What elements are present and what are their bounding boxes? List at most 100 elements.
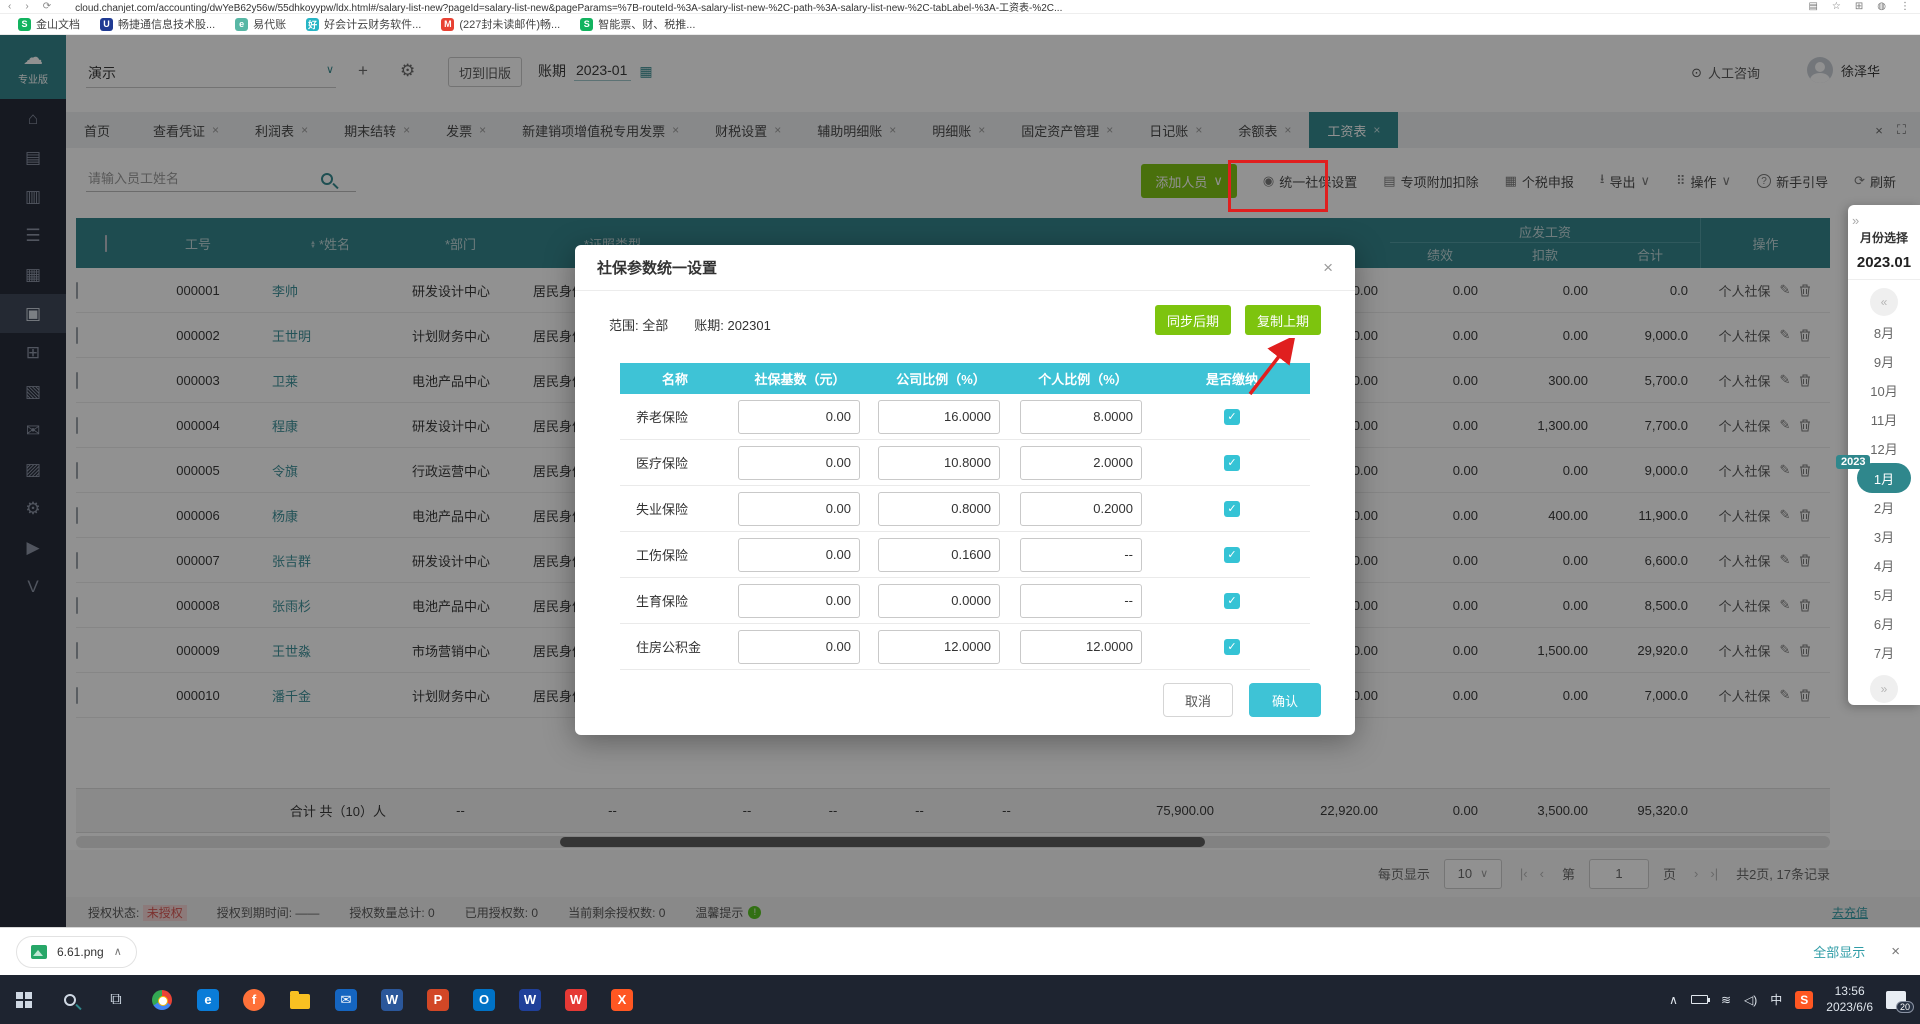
modal-title: 社保参数统一设置: [597, 260, 718, 277]
download-item[interactable]: 6.61.png ∧: [16, 935, 137, 968]
month-item[interactable]: 7月: [1857, 638, 1911, 667]
extensions-icon[interactable]: ⊞: [1855, 1, 1863, 12]
insurance-row: 医疗保险 0.00 10.8000 2.0000 ✓: [620, 440, 1310, 486]
ime-indicator[interactable]: 中: [1770, 991, 1782, 1008]
insurance-name: 生育保险: [636, 594, 689, 609]
search-button[interactable]: [50, 980, 90, 1020]
company-ratio-input[interactable]: 0.0000: [878, 583, 1000, 618]
month-item[interactable]: 11月: [1857, 405, 1911, 434]
taskbar-clock[interactable]: 13:56 2023/6/6: [1826, 984, 1873, 1015]
powerpoint-icon[interactable]: P: [418, 980, 458, 1020]
pay-checkbox[interactable]: ✓: [1224, 638, 1240, 655]
firefox-icon[interactable]: f: [234, 980, 274, 1020]
personal-ratio-input[interactable]: 2.0000: [1020, 445, 1142, 480]
month-item[interactable]: 9月: [1857, 347, 1911, 376]
scroll-up-icon[interactable]: «: [1870, 288, 1898, 316]
start-button[interactable]: [4, 980, 44, 1020]
insurance-name: 医疗保险: [636, 456, 689, 471]
company-ratio-input[interactable]: 16.0000: [878, 399, 1000, 434]
bookmark-label: (227封未读邮件)畅...: [459, 19, 561, 31]
bookmark-item[interactable]: 好 好会计云财务软件...: [306, 16, 421, 32]
personal-ratio-input[interactable]: --: [1020, 537, 1142, 572]
back-icon[interactable]: ‹: [8, 1, 11, 12]
url-bar[interactable]: cloud.chanjet.com/accounting/dwYeB62y56w…: [75, 0, 1555, 14]
chevron-up-icon[interactable]: ∧: [114, 945, 122, 958]
battery-icon[interactable]: [1690, 995, 1710, 1004]
menu-icon[interactable]: ⋮: [1900, 1, 1910, 12]
bookmark-item[interactable]: S 智能票、财、税推...: [580, 16, 695, 32]
company-ratio-input[interactable]: 10.8000: [878, 445, 1000, 480]
base-input[interactable]: 0.00: [738, 445, 860, 480]
download-shelf: 6.61.png ∧ 全部显示 ×: [0, 927, 1920, 975]
month-item[interactable]: 2月: [1857, 493, 1911, 522]
word-icon[interactable]: W: [372, 980, 412, 1020]
pay-checkbox[interactable]: ✓: [1224, 546, 1240, 563]
personal-ratio-input[interactable]: 8.0000: [1020, 399, 1142, 434]
bookmark-label: 畅捷通信息技术股...: [118, 19, 216, 31]
pay-checkbox[interactable]: ✓: [1224, 408, 1240, 425]
insurance-row: 失业保险 0.00 0.8000 0.2000 ✓: [620, 486, 1310, 532]
company-ratio-input[interactable]: 0.1600: [878, 537, 1000, 572]
scroll-down-icon[interactable]: »: [1870, 675, 1898, 703]
forward-icon[interactable]: ›: [25, 1, 28, 12]
pay-checkbox[interactable]: ✓: [1224, 454, 1240, 471]
modal-period: 账期: 202301: [694, 318, 771, 333]
file-explorer-icon[interactable]: [280, 980, 320, 1020]
month-item[interactable]: 4月: [1857, 551, 1911, 580]
writer-icon[interactable]: W: [510, 980, 550, 1020]
month-item[interactable]: 6月: [1857, 609, 1911, 638]
tray-expand-icon[interactable]: ∧: [1669, 993, 1678, 1007]
pay-checkbox[interactable]: ✓: [1224, 592, 1240, 609]
month-item[interactable]: 3月: [1857, 522, 1911, 551]
personal-ratio-input[interactable]: 0.2000: [1020, 491, 1142, 526]
bookmark-item[interactable]: S 金山文档: [18, 16, 80, 32]
sync-later-button[interactable]: 同步后期: [1154, 305, 1231, 335]
close-icon[interactable]: ×: [1323, 258, 1333, 278]
close-shelf-icon[interactable]: ×: [1891, 943, 1900, 960]
modal-range: 范围: 全部: [609, 318, 669, 333]
browser-url-row: ‹ › ⟳ cloud.chanjet.com/accounting/dwYeB62…: [0, 0, 1920, 14]
insurance-name: 工伤保险: [636, 548, 689, 563]
confirm-button[interactable]: 确认: [1249, 683, 1321, 717]
company-ratio-input[interactable]: 0.8000: [878, 491, 1000, 526]
browser-nav-icons[interactable]: ‹ › ⟳: [8, 1, 51, 12]
base-input[interactable]: 0.00: [738, 491, 860, 526]
reload-icon[interactable]: ⟳: [43, 1, 51, 12]
current-period: 2023.01: [1848, 254, 1920, 280]
star-icon[interactable]: ☆: [1832, 1, 1841, 12]
base-input[interactable]: 0.00: [738, 537, 860, 572]
notification-icon[interactable]: 20: [1886, 990, 1914, 1013]
base-input[interactable]: 0.00: [738, 399, 860, 434]
show-all-downloads-link[interactable]: 全部显示: [1813, 942, 1865, 961]
edge-icon[interactable]: e: [188, 980, 228, 1020]
company-ratio-input[interactable]: 12.0000: [878, 629, 1000, 664]
bookmark-item[interactable]: e 易代账: [235, 16, 286, 32]
month-item[interactable]: 10月: [1857, 376, 1911, 405]
volume-icon[interactable]: ◁): [1744, 993, 1757, 1007]
personal-ratio-input[interactable]: 12.0000: [1020, 629, 1142, 664]
mail-icon[interactable]: ✉: [326, 980, 366, 1020]
month-item[interactable]: 8月: [1857, 318, 1911, 347]
copy-previous-button[interactable]: 复制上期: [1244, 305, 1321, 335]
wifi-icon[interactable]: ≋: [1721, 993, 1731, 1007]
cancel-button[interactable]: 取消: [1163, 683, 1233, 717]
windows-taskbar: ⧉ e f ✉ W P O W W X ∧ ≋ ◁) 中 S 13:56 202…: [0, 975, 1920, 1024]
month-item[interactable]: 5月: [1857, 580, 1911, 609]
chrome-icon[interactable]: [142, 980, 182, 1020]
base-input[interactable]: 0.00: [738, 583, 860, 618]
profile-icon[interactable]: ◍: [1877, 1, 1886, 12]
bookmark-item[interactable]: M (227封未读邮件)畅...: [441, 16, 560, 32]
month-list: 8月 9月 10月 11月 12月 1月 2月 3月 4月 5月 6月 7月: [1848, 318, 1920, 667]
print-icon[interactable]: ▤: [1808, 1, 1817, 12]
pay-checkbox[interactable]: ✓: [1224, 500, 1240, 517]
wps-icon[interactable]: W: [556, 980, 596, 1020]
sogou-icon[interactable]: S: [1795, 990, 1814, 1009]
outlook-icon[interactable]: O: [464, 980, 504, 1020]
bookmark-item[interactable]: U 畅捷通信息技术股...: [100, 16, 215, 32]
collapse-panel-icon[interactable]: »: [1852, 213, 1859, 228]
base-input[interactable]: 0.00: [738, 629, 860, 664]
task-view-button[interactable]: ⧉: [96, 980, 136, 1020]
app-icon[interactable]: X: [602, 980, 642, 1020]
personal-ratio-input[interactable]: --: [1020, 583, 1142, 618]
insurance-name: 失业保险: [636, 502, 689, 517]
